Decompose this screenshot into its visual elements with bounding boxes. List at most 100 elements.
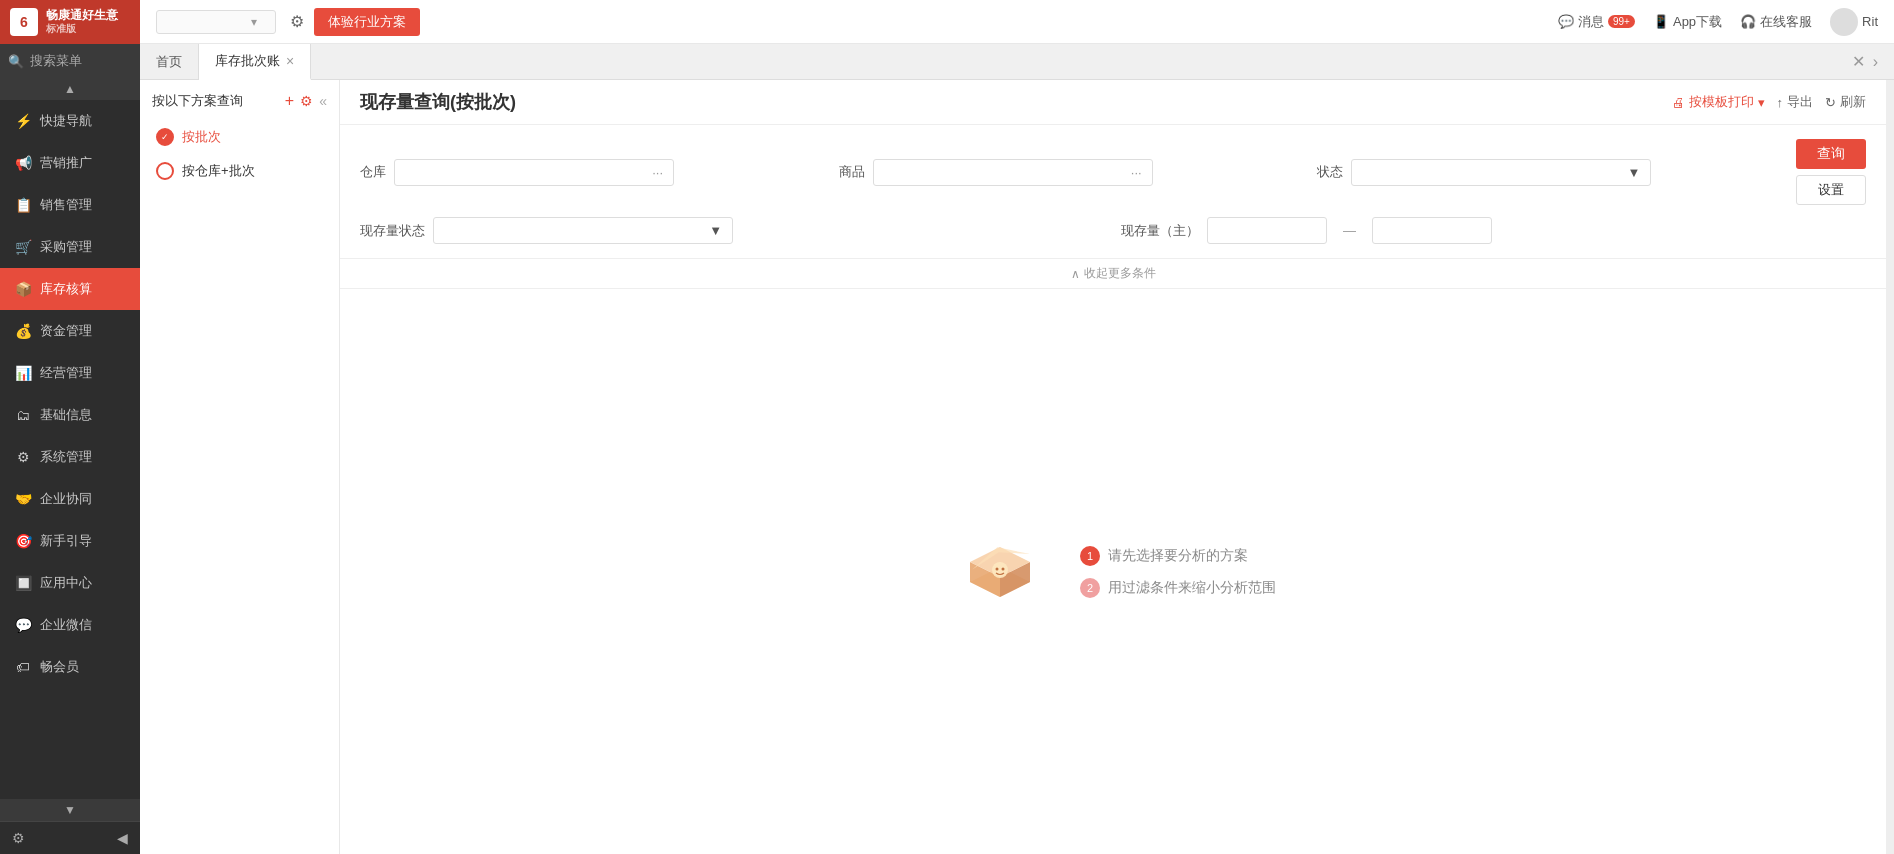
settings-btn[interactable]: 设置 <box>1796 175 1866 205</box>
sidebar-item-wechat[interactable]: 💬企业微信 <box>0 604 140 646</box>
app-download-label: App下载 <box>1673 13 1722 31</box>
refresh-btn[interactable]: ↻ 刷新 <box>1825 93 1866 111</box>
query-btn[interactable]: 查询 <box>1796 139 1866 169</box>
export-icon: ↑ <box>1777 95 1784 110</box>
range-dash: — <box>1335 223 1364 238</box>
sidebar-item-inventory[interactable]: 📦库存核算 <box>0 268 140 310</box>
add-plan-icon[interactable]: + <box>285 92 294 110</box>
message-icon: 💬 <box>1558 14 1574 29</box>
settings-plan-icon[interactable]: ⚙ <box>300 93 313 109</box>
warehouse-input[interactable]: ··· <box>394 159 674 186</box>
tab-close-icon[interactable]: × <box>286 54 294 68</box>
sidebar-item-finance[interactable]: 💰 资金管理 <box>0 310 140 352</box>
close-icon[interactable]: ✕ <box>1852 52 1865 71</box>
stock-status-label: 现存量状态 <box>360 222 425 240</box>
sidebar-settings-btn[interactable]: ⚙ <box>12 830 25 846</box>
sidebar-search[interactable]: 🔍 搜索菜单 <box>0 44 140 78</box>
topbar-search-box[interactable]: ▾ <box>156 10 276 34</box>
sidebar-item-purchase[interactable]: 🛒采购管理 <box>0 226 140 268</box>
nav-label-basic: 基础信息 <box>40 406 92 424</box>
sidebar: 6 畅康通好生意 标准版 🔍 搜索菜单 ▲ ⚡快捷导航📢营销推广📋销售管理🛒采购… <box>0 0 140 854</box>
collapse-panel-icon[interactable]: « <box>319 93 327 109</box>
sidebar-item-operations[interactable]: 📊经营管理 <box>0 352 140 394</box>
left-panel-header: 按以下方案查询 + ⚙ « <box>140 92 339 120</box>
refresh-icon: ↻ <box>1825 95 1836 110</box>
phone-icon: 📱 <box>1653 14 1669 29</box>
print-label: 按模板打印 <box>1689 93 1754 111</box>
collapse-bar[interactable]: ∧ 收起更多条件 <box>340 259 1886 289</box>
page-title: 现存量查询(按批次) <box>360 90 516 114</box>
sidebar-item-system[interactable]: ⚙系统管理 <box>0 436 140 478</box>
stock-qty-min-input[interactable] <box>1207 217 1327 244</box>
tab-inventory-batch[interactable]: 库存批次账 × <box>199 44 311 80</box>
app-download-btn[interactable]: 📱 App下载 <box>1653 13 1722 31</box>
nav-icon-apps: 🔲 <box>14 574 32 592</box>
user-avatar[interactable]: Rit <box>1830 8 1878 36</box>
sidebar-collapse-btn[interactable]: ◀ <box>117 830 128 846</box>
collapse-chevron-icon: ∧ <box>1071 267 1080 281</box>
chevron-right-icon[interactable]: › <box>1873 53 1878 71</box>
export-btn[interactable]: ↑ 导出 <box>1777 93 1814 111</box>
warehouse-more-icon: ··· <box>652 165 663 180</box>
messages-label: 消息 <box>1578 13 1604 31</box>
sidebar-item-apps[interactable]: 🔲应用中心 <box>0 562 140 604</box>
status-select[interactable]: ▼ <box>1351 159 1651 186</box>
left-panel-actions: + ⚙ « <box>285 92 327 110</box>
step-2-circle: 2 <box>1080 578 1100 598</box>
app-name: 畅康通好生意 <box>46 8 118 22</box>
topbar-search-input[interactable] <box>165 15 245 29</box>
page-header: 现存量查询(按批次) 🖨 按模板打印 ▾ ↑ 导出 ↻ 刷新 <box>340 80 1886 125</box>
sidebar-item-basic[interactable]: 🗂基础信息 <box>0 394 140 436</box>
sidebar-item-newbie[interactable]: 🎯新手引导 <box>0 520 140 562</box>
nav-label-finance: 资金管理 <box>40 322 92 340</box>
print-chevron-icon[interactable]: ▾ <box>1758 95 1765 110</box>
scroll-track[interactable] <box>1886 80 1894 854</box>
tab-home[interactable]: 首页 <box>140 44 199 80</box>
nav-label-member: 畅会员 <box>40 658 79 676</box>
refresh-label: 刷新 <box>1840 93 1866 111</box>
topbar: ▾ ⚙ 体验行业方案 💬 消息 99+ 📱 App下载 🎧 在线客服 Rit <box>140 0 1894 44</box>
product-input[interactable]: ··· <box>873 159 1153 186</box>
sidebar-item-member[interactable]: 🏷畅会员 <box>0 646 140 688</box>
svg-point-7 <box>1002 567 1005 570</box>
nav-label-purchase: 采购管理 <box>40 238 92 256</box>
sidebar-scroll-down[interactable]: ▼ <box>0 799 140 821</box>
sidebar-item-sales[interactable]: 📋销售管理 <box>0 184 140 226</box>
plan-item-batch[interactable]: ✓ 按批次 <box>140 120 339 154</box>
right-panel: 现存量查询(按批次) 🖨 按模板打印 ▾ ↑ 导出 ↻ 刷新 <box>340 80 1886 854</box>
main-area: ▾ ⚙ 体验行业方案 💬 消息 99+ 📱 App下载 🎧 在线客服 Rit <box>140 0 1894 854</box>
nav-label-quick: 快捷导航 <box>40 112 92 130</box>
stock-qty-max-input[interactable] <box>1372 217 1492 244</box>
page-actions: 🖨 按模板打印 ▾ ↑ 导出 ↻ 刷新 <box>1672 93 1867 111</box>
filter-status: 状态 ▼ <box>1317 159 1780 186</box>
messages-badge: 99+ <box>1608 15 1635 28</box>
nav-icon-enterprise: 🤝 <box>14 490 32 508</box>
filter-row-1: 仓库 ··· 商品 ··· 状态 <box>360 139 1866 205</box>
tab-bar-close-right: ✕ › <box>1852 52 1894 71</box>
nav-icon-system: ⚙ <box>14 448 32 466</box>
left-panel: 按以下方案查询 + ⚙ « ✓ 按批次 按仓库+批次 <box>140 80 340 854</box>
filter-product: 商品 ··· <box>839 159 1302 186</box>
plan-item-warehouse-batch[interactable]: 按仓库+批次 <box>140 154 339 188</box>
app-logo: 6 <box>10 8 38 36</box>
sidebar-item-marketing[interactable]: 📢营销推广 <box>0 142 140 184</box>
product-more-icon: ··· <box>1131 165 1142 180</box>
status-label: 状态 <box>1317 163 1343 181</box>
sidebar-scroll-up[interactable]: ▲ <box>0 78 140 100</box>
stock-qty-label: 现存量（主） <box>1121 222 1199 240</box>
online-support-btn[interactable]: 🎧 在线客服 <box>1740 13 1812 31</box>
print-btn[interactable]: 🖨 按模板打印 ▾ <box>1672 93 1765 111</box>
plan-icon-batch: ✓ <box>156 128 174 146</box>
messages-btn[interactable]: 💬 消息 99+ <box>1558 13 1635 31</box>
sidebar-item-quick[interactable]: ⚡快捷导航 <box>0 100 140 142</box>
filter-area: 仓库 ··· 商品 ··· 状态 <box>340 125 1886 259</box>
nav-icon-finance: 💰 <box>14 322 32 340</box>
topbar-gear-icon[interactable]: ⚙ <box>290 12 304 31</box>
sidebar-item-enterprise[interactable]: 🤝企业协同 <box>0 478 140 520</box>
warehouse-label: 仓库 <box>360 163 386 181</box>
step-1-circle: 1 <box>1080 546 1100 566</box>
stock-status-select[interactable]: ▼ <box>433 217 733 244</box>
topbar-dropdown-icon[interactable]: ▾ <box>251 15 257 29</box>
experience-btn[interactable]: 体验行业方案 <box>314 8 420 36</box>
search-icon: 🔍 <box>8 54 24 69</box>
